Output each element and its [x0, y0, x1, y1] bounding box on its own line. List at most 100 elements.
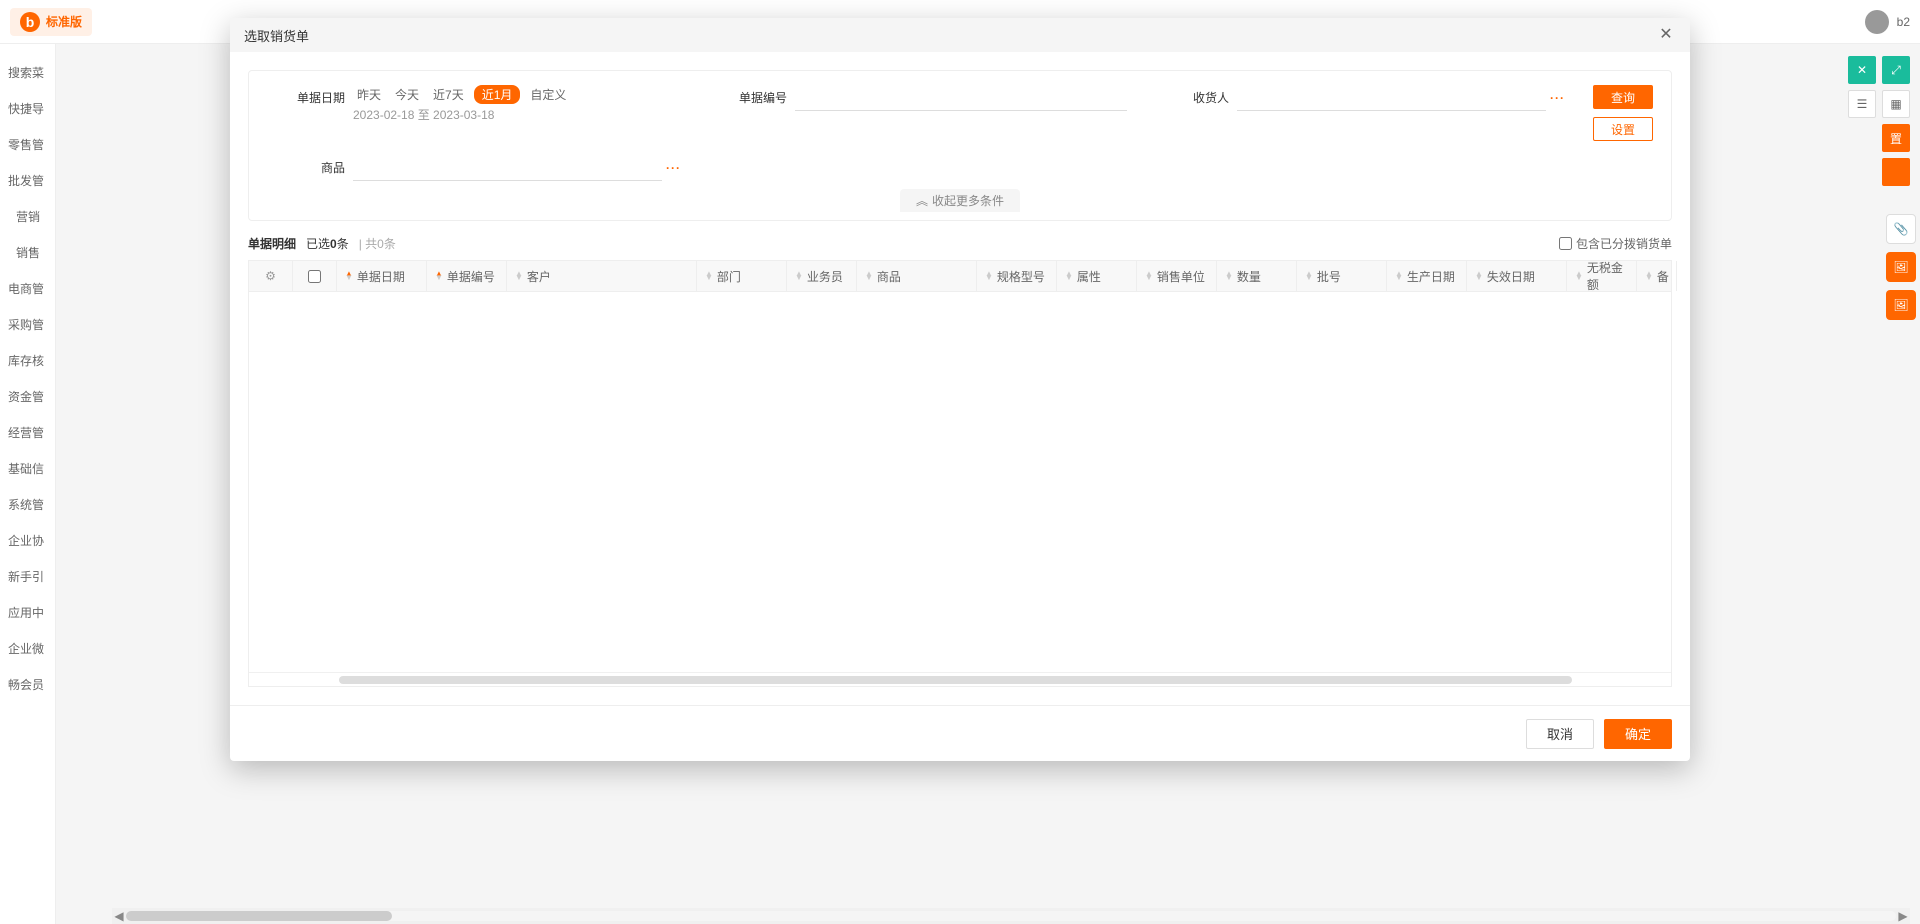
- sidebar-item[interactable]: 采购管: [0, 306, 55, 342]
- sort-icon[interactable]: [865, 272, 873, 280]
- column-label: 部门: [717, 268, 741, 285]
- column-header-chk[interactable]: [293, 261, 337, 291]
- sort-icon[interactable]: [985, 272, 993, 280]
- ellipsis-icon[interactable]: ···: [1546, 91, 1569, 105]
- cancel-button[interactable]: 取消: [1526, 719, 1594, 749]
- date-preset-chip[interactable]: 近1月: [474, 85, 521, 104]
- sort-icon[interactable]: [1145, 272, 1153, 280]
- user-name: b2: [1897, 15, 1910, 29]
- ellipsis-icon[interactable]: ···: [662, 161, 685, 175]
- logo-text: 标准版: [46, 13, 82, 30]
- sort-icon[interactable]: [795, 272, 803, 280]
- close-icon[interactable]: ✕: [1656, 25, 1676, 45]
- sort-icon[interactable]: [1475, 272, 1483, 280]
- sort-icon[interactable]: [345, 272, 353, 280]
- field-receiver: 收货人 ···: [1151, 85, 1569, 111]
- column-header-dept[interactable]: 部门: [697, 261, 787, 291]
- confirm-button[interactable]: 确定: [1604, 719, 1672, 749]
- column-header-cust[interactable]: 客户: [507, 261, 697, 291]
- column-header-edate[interactable]: 失效日期: [1467, 261, 1567, 291]
- date-preset-chip[interactable]: 昨天: [353, 85, 385, 104]
- column-header-sales[interactable]: 业务员: [787, 261, 857, 291]
- sidebar-item[interactable]: 快捷导: [0, 90, 55, 126]
- sidebar-item[interactable]: 系统管: [0, 486, 55, 522]
- scroll-right-icon[interactable]: ▶: [1896, 909, 1910, 923]
- gear-icon[interactable]: ⚙: [265, 269, 276, 283]
- sidebar-item[interactable]: 电商管: [0, 270, 55, 306]
- sidebar: 搜索菜快捷导零售管批发管营销销售电商管采购管库存核资金管经营管基础信系统管企业协…: [0, 44, 56, 924]
- column-header-goods[interactable]: 商品: [857, 261, 977, 291]
- logo: b 标准版: [10, 8, 92, 36]
- side-icon-clip[interactable]: 📎: [1886, 214, 1916, 244]
- sidebar-item[interactable]: 库存核: [0, 342, 55, 378]
- field-date: 单据日期 昨天今天近7天近1月自定义 2023-02-18 至 2023-03-…: [267, 85, 685, 123]
- sidebar-item[interactable]: 企业协: [0, 522, 55, 558]
- column-header-unit[interactable]: 销售单位: [1137, 261, 1217, 291]
- column-header-date[interactable]: 单据日期: [337, 261, 427, 291]
- include-dispatched-input[interactable]: [1559, 237, 1572, 250]
- sidebar-item[interactable]: 搜索菜: [0, 54, 55, 90]
- side-icon-img2[interactable]: 🖼: [1886, 290, 1916, 320]
- scroll-left-icon[interactable]: ◀: [112, 909, 126, 923]
- bg-btn-expand[interactable]: ⤢: [1882, 56, 1910, 84]
- bg-btn-accent[interactable]: 置: [1882, 124, 1910, 152]
- sidebar-item[interactable]: 营销: [0, 198, 55, 234]
- column-header-attr[interactable]: 属性: [1057, 261, 1137, 291]
- sidebar-item[interactable]: 零售管: [0, 126, 55, 162]
- column-header-pdate[interactable]: 生产日期: [1387, 261, 1467, 291]
- column-header-qty[interactable]: 数量: [1217, 261, 1297, 291]
- bg-horizontal-scrollbar[interactable]: ◀ ▶: [112, 908, 1910, 924]
- query-button[interactable]: 查询: [1593, 85, 1653, 109]
- date-preset-chip[interactable]: 自定义: [526, 85, 570, 104]
- sidebar-item[interactable]: 畅会员: [0, 666, 55, 702]
- sidebar-item[interactable]: 基础信: [0, 450, 55, 486]
- side-icon-img1[interactable]: 🖼: [1886, 252, 1916, 282]
- bg-btn-list[interactable]: ☰: [1848, 90, 1876, 118]
- modal-body: 单据日期 昨天今天近7天近1月自定义 2023-02-18 至 2023-03-…: [230, 52, 1690, 705]
- sidebar-item[interactable]: 资金管: [0, 378, 55, 414]
- sidebar-item[interactable]: 批发管: [0, 162, 55, 198]
- column-label: 失效日期: [1487, 268, 1535, 285]
- table-horizontal-scrollbar[interactable]: [249, 672, 1671, 686]
- sort-icon[interactable]: [1305, 272, 1313, 280]
- avatar: [1865, 10, 1889, 34]
- column-header-no[interactable]: 单据编号: [427, 261, 507, 291]
- column-header-batch[interactable]: 批号: [1297, 261, 1387, 291]
- date-preset-chip[interactable]: 今天: [391, 85, 423, 104]
- sidebar-item[interactable]: 企业微: [0, 630, 55, 666]
- date-preset-chip[interactable]: 近7天: [429, 85, 468, 104]
- column-header-gear[interactable]: ⚙: [249, 261, 293, 291]
- settings-button[interactable]: 设置: [1593, 117, 1653, 141]
- modal-title: 选取销货单: [244, 26, 309, 45]
- sidebar-item[interactable]: 新手引: [0, 558, 55, 594]
- column-label: 单据日期: [357, 268, 405, 285]
- sort-icon[interactable]: [1395, 272, 1403, 280]
- column-header-note[interactable]: 备: [1637, 261, 1677, 291]
- column-header-spec[interactable]: 规格型号: [977, 261, 1057, 291]
- goods-input[interactable]: [353, 155, 662, 181]
- sort-icon[interactable]: [515, 272, 523, 280]
- sort-icon[interactable]: [435, 272, 443, 280]
- sort-icon[interactable]: [705, 272, 713, 280]
- column-label: 批号: [1317, 268, 1341, 285]
- sort-icon[interactable]: [1645, 272, 1653, 280]
- select-sales-order-modal: 选取销货单 ✕ 单据日期 昨天今天近7天近1月自定义 2023-02-18 至 …: [230, 18, 1690, 761]
- collapse-filters-button[interactable]: ︽ 收起更多条件: [900, 189, 1020, 212]
- include-dispatched-label: 包含已分拨销货单: [1576, 235, 1672, 252]
- sort-icon[interactable]: [1065, 272, 1073, 280]
- sidebar-item[interactable]: 销售: [0, 234, 55, 270]
- bg-btn-accent2[interactable]: [1882, 158, 1910, 186]
- date-range-text: 2023-02-18 至 2023-03-18: [353, 106, 685, 123]
- bg-btn-grid[interactable]: ▦: [1882, 90, 1910, 118]
- column-header-notax[interactable]: 无税金额: [1567, 261, 1637, 291]
- sidebar-item[interactable]: 应用中: [0, 594, 55, 630]
- order-no-input[interactable]: [795, 85, 1127, 111]
- select-all-checkbox[interactable]: [308, 270, 321, 283]
- receiver-input[interactable]: [1237, 85, 1546, 111]
- include-dispatched-checkbox[interactable]: 包含已分拨销货单: [1559, 235, 1672, 252]
- sort-icon[interactable]: [1575, 272, 1583, 280]
- sidebar-item[interactable]: 经营管: [0, 414, 55, 450]
- sort-icon[interactable]: [1225, 272, 1233, 280]
- column-label: 无税金额: [1587, 259, 1628, 293]
- bg-btn[interactable]: ✕: [1848, 56, 1876, 84]
